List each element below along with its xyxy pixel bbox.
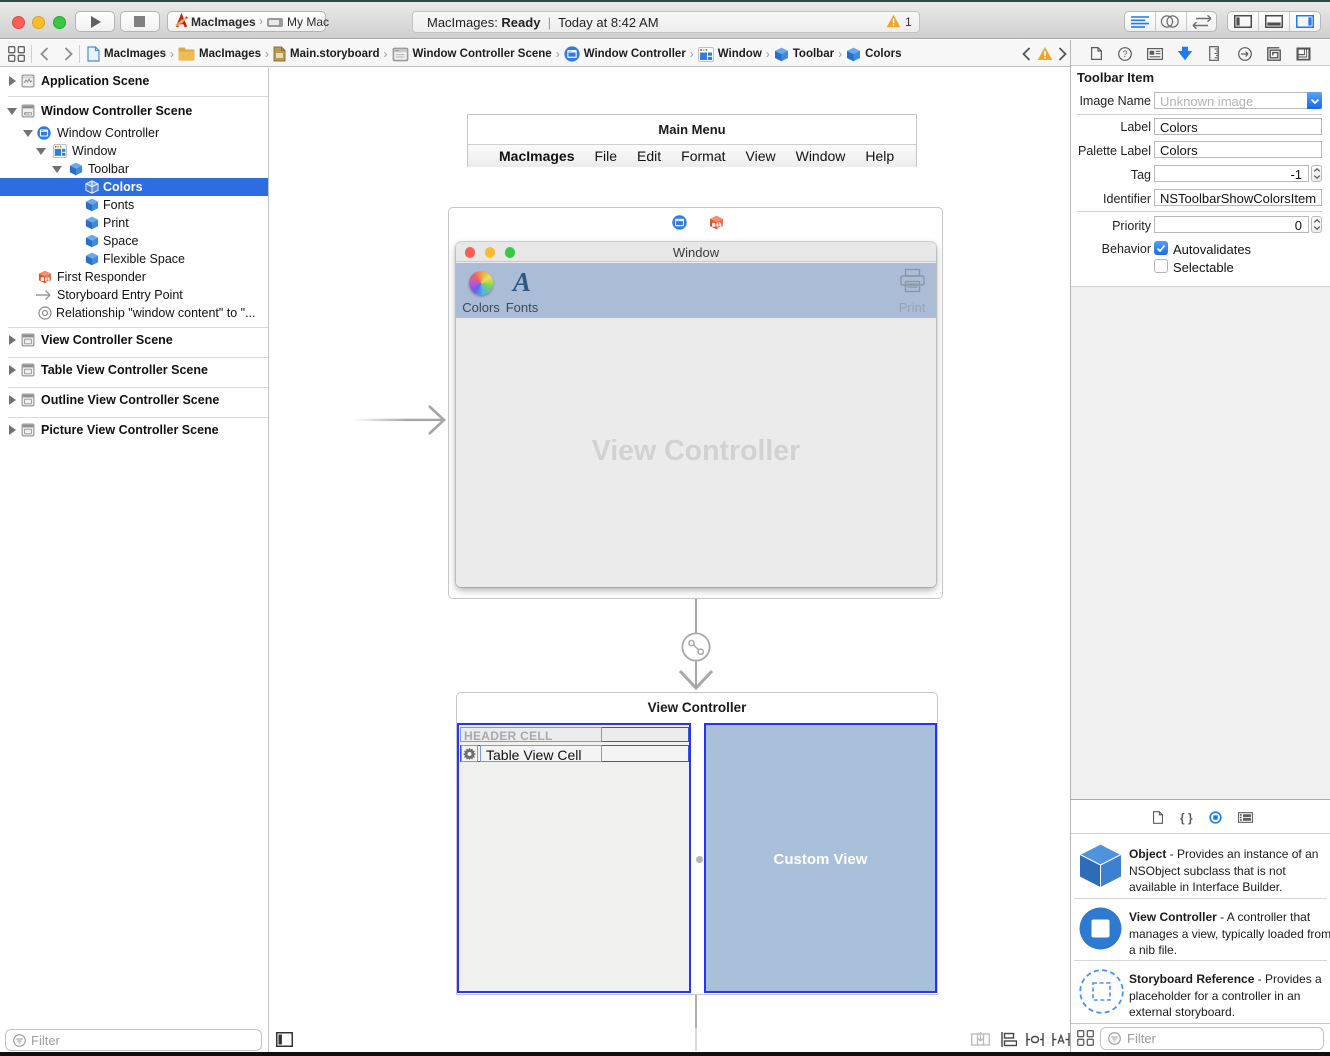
svg-text:1: 1 xyxy=(46,277,49,283)
svg-text:?: ? xyxy=(1122,49,1127,59)
svg-text:1: 1 xyxy=(717,223,720,229)
